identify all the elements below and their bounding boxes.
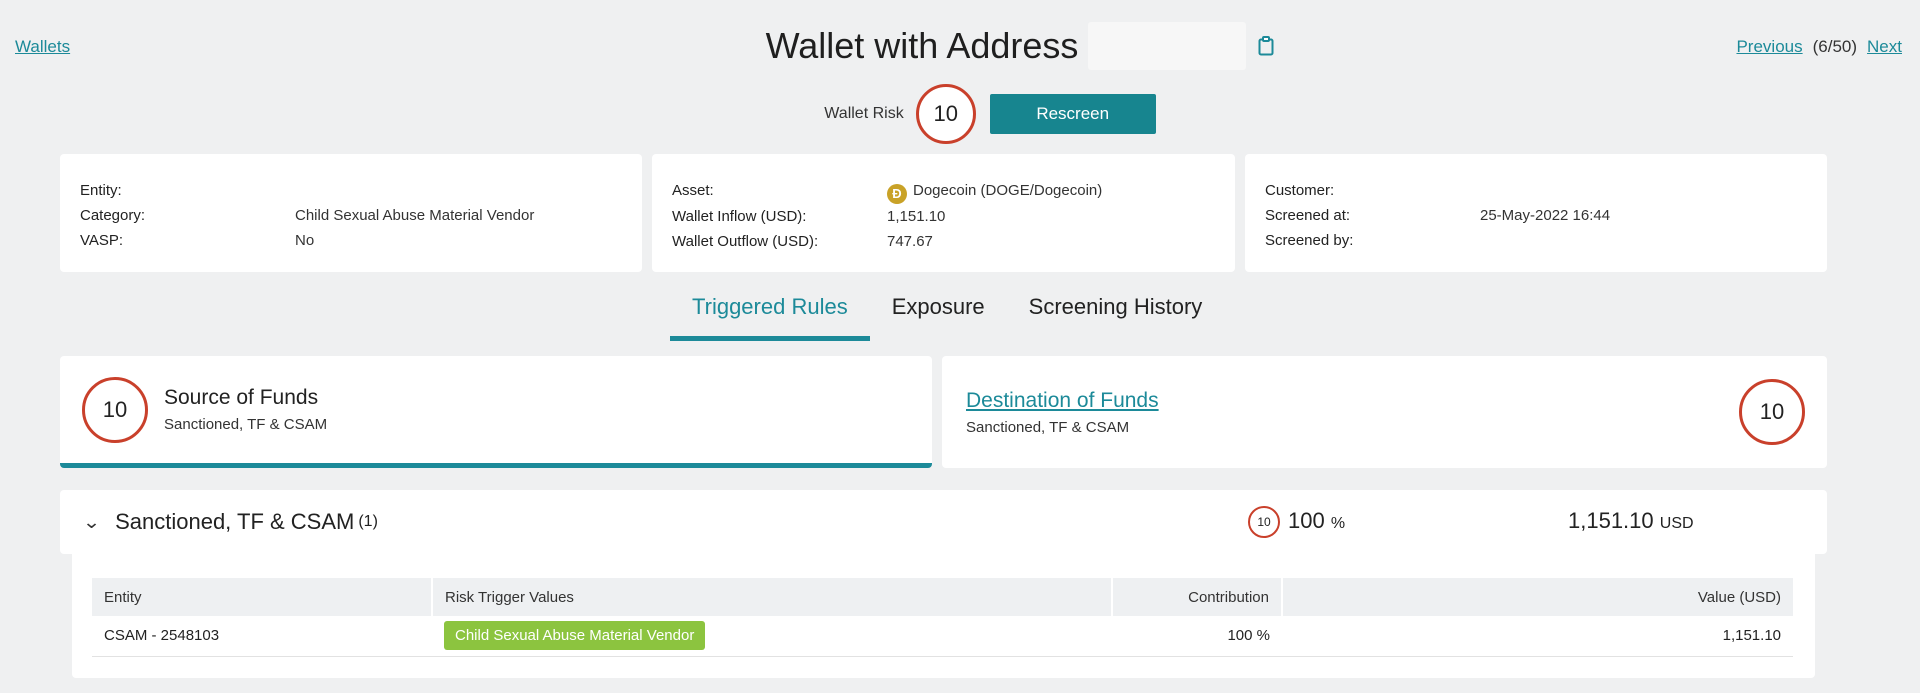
category-value: Child Sexual Abuse Material Vendor — [295, 207, 535, 224]
table-header-row: Entity Risk Trigger Values Contribution … — [92, 578, 1793, 616]
asset-value-wrap: Ð Dogecoin (DOGE/Dogecoin) — [887, 178, 1102, 204]
chevron-down-icon[interactable]: ⌄ — [82, 512, 100, 533]
rule-group-percent-unit: % — [1330, 515, 1346, 532]
asset-card: Asset: Ð Dogecoin (DOGE/Dogecoin) Wallet … — [652, 154, 1235, 272]
destination-text: Destination of Funds Sanctioned, TF & CS… — [966, 389, 1159, 436]
inflow-label: Wallet Inflow (USD): — [672, 207, 807, 225]
row-value: 1,151.10 — [1282, 616, 1793, 657]
outflow-row: Wallet Outflow (USD): 747.67 — [672, 229, 1215, 254]
screened-at-row: Screened at: 25-May-2022 16:44 — [1265, 203, 1807, 228]
vasp-label: VASP: — [80, 232, 124, 249]
source-title: Source of Funds — [164, 386, 319, 409]
asset-label: Asset: — [672, 182, 714, 199]
rule-group-amount: 1,151.10 USD — [1568, 508, 1694, 534]
rescreen-button[interactable]: Rescreen — [989, 94, 1156, 134]
inflow-value: 1,151.10 — [887, 207, 946, 225]
vasp-value: No — [295, 232, 315, 249]
source-subtitle: Sanctioned, TF & CSAM — [164, 416, 328, 433]
destination-subtitle: Sanctioned, TF & CSAM — [966, 418, 1130, 436]
risk-trigger-tag: Child Sexual Abuse Material Vendor — [444, 621, 706, 651]
outflow-value: 747.67 — [887, 232, 933, 250]
screened-by-label: Screened by: — [1265, 232, 1354, 249]
wallet-risk-score: 10 — [915, 84, 976, 144]
page-title: Wallet with Address — [765, 25, 1079, 66]
title-row: Wallet with Address — [0, 22, 1920, 70]
rule-group-amount-unit: USD — [1659, 515, 1694, 532]
rule-detail-panel: Entity Risk Trigger Values Contribution … — [72, 554, 1815, 678]
rule-group-count: (1) — [358, 513, 378, 530]
table-row[interactable]: CSAM - 2548103 Child Sexual Abuse Materi… — [92, 616, 1793, 657]
rule-group-header[interactable]: ⌄ Sanctioned, TF & CSAM (1) 10 100 % 1,1… — [60, 490, 1827, 554]
tab-bar: Triggered Rules Exposure Screening Histo… — [670, 290, 1224, 341]
row-trigger-cell: Child Sexual Abuse Material Vendor — [432, 616, 1112, 657]
wallet-risk-label: Wallet Risk — [824, 105, 904, 122]
rule-group-amount-value: 1,151.10 — [1568, 508, 1654, 533]
outflow-label: Wallet Outflow (USD): — [672, 232, 819, 250]
triggered-rules-table: Entity Risk Trigger Values Contribution … — [92, 578, 1793, 657]
entity-card: Entity: Category: Child Sexual Abuse Mat… — [60, 154, 642, 272]
tab-triggered-rules[interactable]: Triggered Rules — [670, 290, 870, 341]
wallet-address-redacted — [1088, 22, 1247, 70]
tab-exposure[interactable]: Exposure — [870, 290, 1007, 341]
customer-row: Customer: — [1265, 178, 1807, 203]
destination-of-funds-card[interactable]: Destination of Funds Sanctioned, TF & CS… — [942, 356, 1827, 468]
rule-group-percent-value: 100 — [1288, 508, 1325, 533]
destination-title-link[interactable]: Destination of Funds — [966, 389, 1159, 413]
source-of-funds-card[interactable]: 10 Source of Funds Sanctioned, TF & CSAM — [60, 356, 932, 468]
destination-risk-score: 10 — [1739, 379, 1805, 445]
category-row: Category: Child Sexual Abuse Material Ve… — [80, 203, 622, 228]
asset-row: Asset: Ð Dogecoin (DOGE/Dogecoin) — [672, 178, 1215, 204]
clipboard-icon[interactable] — [1258, 36, 1274, 56]
entity-row: Entity: — [80, 178, 622, 203]
row-entity: CSAM - 2548103 — [92, 616, 432, 657]
screened-by-row: Screened by: — [1265, 228, 1807, 253]
wallet-risk-row: Wallet Risk 10 Rescreen — [0, 84, 1920, 144]
col-contribution[interactable]: Contribution — [1111, 578, 1282, 616]
customer-card: Customer: Screened at: 25-May-2022 16:44… — [1245, 154, 1827, 272]
screened-at-label: Screened at: — [1265, 207, 1351, 224]
rule-group-percent: 100 % — [1288, 508, 1345, 534]
source-risk-score: 10 — [82, 376, 148, 443]
customer-label: Customer: — [1265, 182, 1335, 199]
inflow-row: Wallet Inflow (USD): 1,151.10 — [672, 204, 1215, 229]
asset-value: Dogecoin (DOGE/Dogecoin) — [913, 182, 1103, 199]
tab-screening-history[interactable]: Screening History — [1007, 290, 1225, 341]
col-value-usd[interactable]: Value (USD) — [1281, 578, 1793, 616]
rule-group-title: Sanctioned, TF & CSAM — [115, 509, 355, 534]
col-entity[interactable]: Entity — [92, 578, 432, 616]
rule-group-score: 10 — [1248, 506, 1280, 538]
vasp-row: VASP: No — [80, 228, 622, 253]
category-label: Category: — [80, 207, 146, 224]
entity-label: Entity: — [80, 182, 122, 199]
dogecoin-icon: Ð — [887, 183, 907, 204]
row-contribution: 100 % — [1112, 616, 1282, 657]
source-text: Source of Funds Sanctioned, TF & CSAM — [164, 386, 327, 433]
screened-at-value: 25-May-2022 16:44 — [1480, 207, 1611, 224]
col-risk-trigger-values[interactable]: Risk Trigger Values — [431, 578, 1112, 616]
